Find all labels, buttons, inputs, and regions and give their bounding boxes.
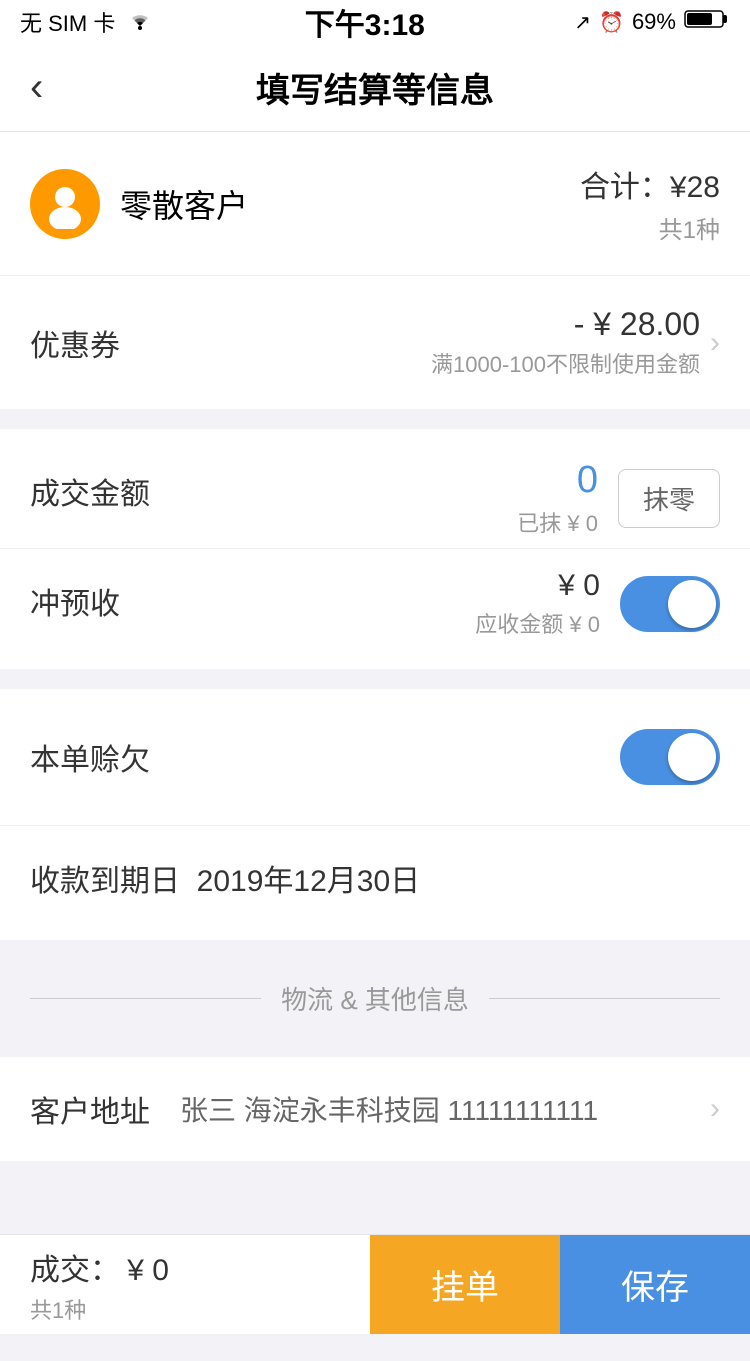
address-label: 客户地址: [30, 1087, 150, 1131]
no-sim-label: 无 SIM 卡: [20, 6, 115, 38]
page-title: 填写结算等信息: [256, 63, 494, 112]
back-button[interactable]: ‹: [30, 65, 43, 110]
prepay-label: 冲预收: [30, 569, 120, 623]
due-date-label: 收款到期日 2019年12月30日: [30, 865, 420, 898]
status-time: 下午3:18: [305, 0, 425, 44]
debit-toggle[interactable]: [620, 729, 720, 785]
coupon-label: 优惠券: [30, 321, 120, 365]
prepay-receivable: 应收金额 ¥ 0: [475, 607, 600, 639]
logistics-divider: 物流 & 其他信息: [0, 980, 750, 1017]
coupon-discount: - ¥ 28.00: [431, 306, 700, 343]
bottom-count: 共1种: [30, 1293, 340, 1325]
logistics-label: 物流 & 其他信息: [281, 980, 469, 1017]
deal-amount-label: 成交金额: [30, 459, 150, 513]
alarm-icon: ⏰: [599, 10, 624, 35]
avatar: [30, 169, 100, 239]
prepay-toggle[interactable]: [620, 576, 720, 632]
customer-row: 零散客户 合计：¥28 共1种: [0, 132, 750, 275]
bottom-summary: 成交： ¥ 0 共1种: [0, 1235, 370, 1334]
chevron-right-icon: ›: [710, 326, 720, 360]
customer-name: 零散客户: [120, 181, 248, 227]
coupon-right: - ¥ 28.00 满1000-100不限制使用金额 ›: [431, 306, 720, 379]
customer-total: 合计：¥28 共1种: [580, 162, 720, 245]
prepay-value-col: ¥ 0 应收金额 ¥ 0: [475, 569, 600, 639]
hold-button[interactable]: 挂单: [370, 1235, 560, 1334]
customer-section: 零散客户 合计：¥28 共1种 优惠券 - ¥ 28.00 满1000-100不…: [0, 132, 750, 409]
address-chevron-icon: ›: [710, 1092, 720, 1126]
status-right: ↗ ⏰ 69%: [574, 8, 730, 37]
deal-amount-value-col: 0 已抹 ¥ 0: [517, 459, 598, 538]
deal-amount-right: 0 已抹 ¥ 0 抹零: [517, 459, 720, 538]
deal-already-label: 已抹 ¥ 0: [517, 506, 598, 538]
divider-right: [489, 998, 720, 999]
deal-amount-value[interactable]: 0: [517, 459, 598, 502]
customer-info: 零散客户: [30, 169, 248, 239]
bottom-bar: 成交： ¥ 0 共1种 挂单 保存: [0, 1234, 750, 1334]
divider-left: [30, 998, 261, 999]
status-left: 无 SIM 卡: [20, 6, 155, 38]
location-icon: ↗: [574, 10, 591, 35]
debit-row: 本单赊欠: [0, 689, 750, 825]
deal-amount-section: 成交金额 0 已抹 ¥ 0 抹零 冲预收 ¥ 0 应收金额 ¥ 0: [0, 429, 750, 669]
address-value: 张三 海淀永丰科技园 11111111111: [180, 1089, 700, 1129]
coupon-value: - ¥ 28.00 满1000-100不限制使用金额: [431, 306, 700, 379]
prepay-right: ¥ 0 应收金额 ¥ 0: [475, 569, 720, 639]
address-row[interactable]: 客户地址 张三 海淀永丰科技园 11111111111 ›: [0, 1057, 750, 1161]
bottom-deal-text: 成交：: [30, 1254, 120, 1287]
prepay-row: 冲预收 ¥ 0 应收金额 ¥ 0: [0, 548, 750, 669]
due-date-row: 收款到期日 2019年12月30日: [0, 825, 750, 940]
debit-label: 本单赊欠: [30, 735, 150, 779]
total-amount: 合计：¥28: [580, 162, 720, 206]
nav-bar: ‹ 填写结算等信息: [0, 44, 750, 132]
wifi-icon: [125, 8, 155, 37]
battery-label: 69%: [632, 9, 676, 35]
status-bar: 无 SIM 卡 下午3:18 ↗ ⏰ 69%: [0, 0, 750, 44]
save-button[interactable]: 保存: [560, 1235, 750, 1334]
battery-icon: [684, 8, 730, 37]
round-button[interactable]: 抹零: [618, 469, 720, 528]
coupon-row[interactable]: 优惠券 - ¥ 28.00 满1000-100不限制使用金额 ›: [0, 275, 750, 409]
coupon-description: 满1000-100不限制使用金额: [431, 347, 700, 379]
logistics-section: 物流 & 其他信息: [0, 960, 750, 1037]
debit-section: 本单赊欠 收款到期日 2019年12月30日: [0, 689, 750, 940]
bottom-deal-label: 成交： ¥ 0: [30, 1245, 340, 1289]
deal-amount-row: 成交金额 0 已抹 ¥ 0 抹零: [0, 429, 750, 548]
bottom-deal-amount: ¥ 0: [127, 1254, 169, 1287]
prepay-amount: ¥ 0: [475, 569, 600, 603]
total-count: 共1种: [580, 210, 720, 245]
